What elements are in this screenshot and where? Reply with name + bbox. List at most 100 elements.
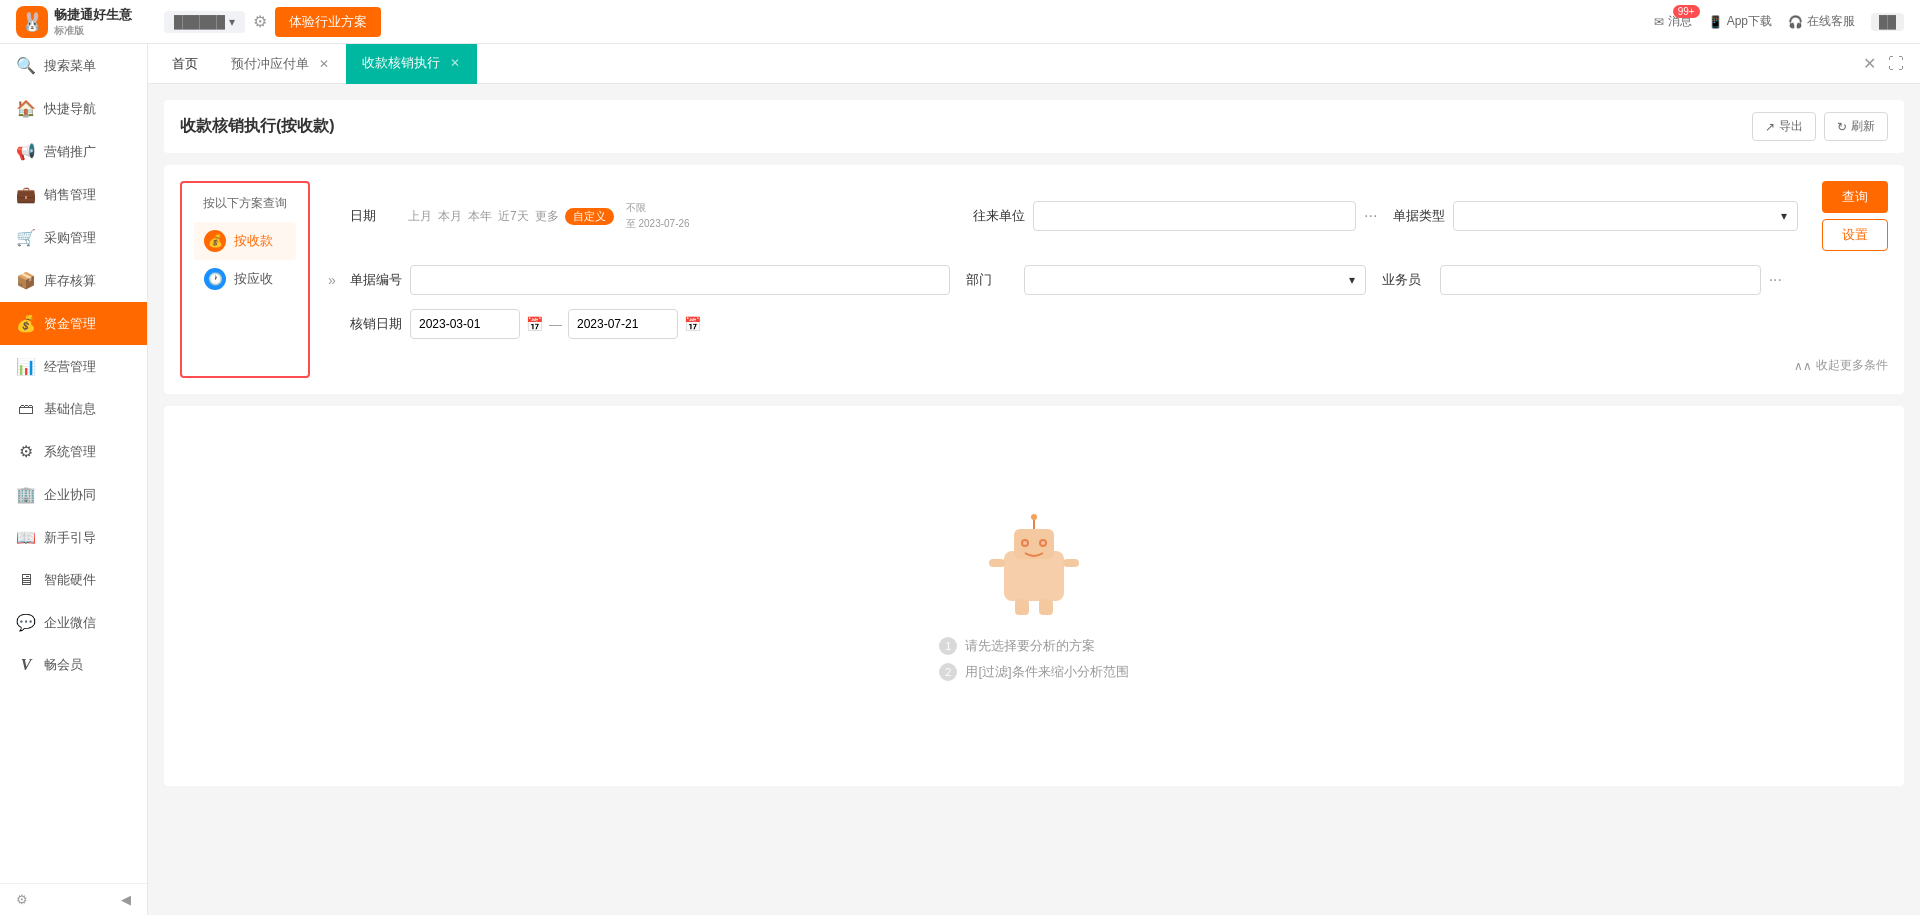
filter-row-3: 核销日期 📅 — 📅 [350, 309, 1888, 339]
refresh-btn[interactable]: ↻ 刷新 [1824, 112, 1888, 141]
date-this-month[interactable]: 本月 [438, 208, 462, 225]
sidebar-item-business[interactable]: 📊 经营管理 [0, 345, 147, 388]
filter-dept: 部门 ▾ [966, 265, 1366, 295]
sidebar-item-member[interactable]: V 畅会员 [0, 644, 147, 686]
app-download-btn[interactable]: 📱 App下载 [1708, 13, 1772, 30]
filter-counterpart: 往来单位 ··· [973, 201, 1378, 231]
sidebar-item-label: 基础信息 [44, 400, 96, 418]
collapse-conditions-btn[interactable]: ∧∧ 收起更多条件 [350, 353, 1888, 378]
empty-tips: 1 请先选择要分析的方案 2 用[过滤]条件来缩小分析范围 [939, 637, 1128, 681]
staff-more-icon[interactable]: ··· [1769, 271, 1782, 289]
verify-date-from-input[interactable] [410, 309, 520, 339]
tab-prepay[interactable]: 预付冲应付单 ✕ [215, 44, 346, 84]
tab-bar: 首页 预付冲应付单 ✕ 收款核销执行 ✕ ✕ ⛶ [148, 44, 1920, 84]
doc-no-input[interactable] [410, 265, 950, 295]
search-icon: 🔍 [16, 56, 36, 75]
sidebar-settings-btn[interactable]: ⚙ [16, 892, 28, 907]
export-label: 导出 [1779, 118, 1803, 135]
app-version: 标准版 [54, 24, 132, 38]
logo-text: 畅捷通好生意 标准版 [54, 6, 132, 38]
query-type-by-receivable[interactable]: 🕐 按应收 [194, 260, 296, 298]
settings-btn[interactable]: 设置 [1822, 219, 1888, 251]
query-btn[interactable]: 查询 [1822, 181, 1888, 213]
tab-fullscreen-btn[interactable]: ⛶ [1884, 51, 1908, 77]
tab-receive-close[interactable]: ✕ [450, 57, 460, 69]
filter-staff: 业务员 ··· [1382, 265, 1782, 295]
dept-select[interactable]: ▾ [1024, 265, 1366, 295]
sidebar-item-finance[interactable]: 💰 资金管理 [0, 302, 147, 345]
settings-icon[interactable]: ⚙ [253, 12, 267, 31]
sidebar-item-inventory[interactable]: 📦 库存核算 [0, 259, 147, 302]
tab-prepay-close[interactable]: ✕ [319, 58, 329, 70]
industry-btn[interactable]: 体验行业方案 [275, 7, 381, 37]
message-btn[interactable]: ✉ 消息 99+ [1654, 13, 1692, 30]
sidebar-collapse-btn[interactable]: ◀ [121, 892, 131, 907]
inventory-icon: 📦 [16, 271, 36, 290]
tip-num-2: 2 [939, 663, 957, 681]
panel-collapse-btn[interactable]: » [322, 272, 342, 288]
date-7days[interactable]: 近7天 [498, 208, 529, 225]
verify-date-to-input[interactable] [568, 309, 678, 339]
sidebar-item-quick-nav[interactable]: 🏠 快捷导航 [0, 87, 147, 130]
sidebar-item-guide[interactable]: 📖 新手引导 [0, 516, 147, 559]
sidebar-item-label: 资金管理 [44, 315, 96, 333]
date-more[interactable]: 更多 [535, 208, 559, 225]
doc-type-select[interactable]: ▾ [1453, 201, 1798, 231]
sidebar-item-label: 快捷导航 [44, 100, 96, 118]
app-name: 畅捷通好生意 [54, 6, 132, 24]
sidebar-bottom: ⚙ ◀ [0, 883, 147, 915]
sidebar-item-label: 销售管理 [44, 186, 96, 204]
calendar-from-icon[interactable]: 📅 [526, 316, 543, 332]
tab-receive[interactable]: 收款核销执行 ✕ [346, 44, 477, 84]
receipt-type-label: 按收款 [234, 232, 273, 250]
sidebar-item-system[interactable]: ⚙ 系统管理 [0, 430, 147, 473]
download-icon: 📱 [1708, 15, 1723, 29]
account-selector[interactable]: ██████ ▾ [164, 11, 245, 33]
sidebar-item-sales[interactable]: 💼 销售管理 [0, 173, 147, 216]
sidebar-item-label: 企业协同 [44, 486, 96, 504]
export-icon: ↗ [1765, 120, 1775, 134]
sidebar-item-purchase[interactable]: 🛒 采购管理 [0, 216, 147, 259]
user-info[interactable]: ██ [1871, 13, 1904, 31]
svg-point-10 [1023, 541, 1027, 545]
counterpart-more-icon[interactable]: ··· [1364, 207, 1377, 225]
page-title: 收款核销执行(按收款) [180, 116, 335, 137]
tab-receive-label: 收款核销执行 [362, 54, 440, 72]
sidebar-item-marketing[interactable]: 📢 营销推广 [0, 130, 147, 173]
date-to-value: 至 2023-07-26 [626, 217, 690, 231]
tab-close-btn[interactable]: ✕ [1859, 50, 1880, 77]
sidebar-item-wechat[interactable]: 💬 企业微信 [0, 601, 147, 644]
date-quick-options: 上月 本月 本年 近7天 更多 自定义 [408, 208, 614, 225]
sidebar-item-basic[interactable]: 🗃 基础信息 [0, 388, 147, 430]
sidebar-item-hardware[interactable]: 🖥 智能硬件 [0, 559, 147, 601]
sidebar-item-label: 畅会员 [44, 656, 83, 674]
date-this-year[interactable]: 本年 [468, 208, 492, 225]
date-last-month[interactable]: 上月 [408, 208, 432, 225]
filter-row-2: 单据编号 部门 ▾ 业务员 [350, 265, 1888, 295]
filter-verify-date: 核销日期 📅 — 📅 [350, 309, 957, 339]
receivable-type-label: 按应收 [234, 270, 273, 288]
receipt-type-icon: 💰 [204, 230, 226, 252]
sidebar-item-corp[interactable]: 🏢 企业协同 [0, 473, 147, 516]
tab-home[interactable]: 首页 [156, 44, 215, 84]
counterpart-input[interactable] [1033, 201, 1356, 231]
tab-home-label: 首页 [172, 55, 198, 73]
sidebar-item-label: 采购管理 [44, 229, 96, 247]
staff-input[interactable] [1440, 265, 1761, 295]
online-service-btn[interactable]: 🎧 在线客服 [1788, 13, 1855, 30]
counterpart-label: 往来单位 [973, 207, 1025, 225]
user-avatar: ██ [1871, 13, 1904, 31]
date-custom-tag[interactable]: 自定义 [565, 208, 614, 225]
sidebar-item-search[interactable]: 🔍 搜索菜单 [0, 44, 147, 87]
filter-doc-no: 单据编号 [350, 265, 950, 295]
calendar-to-icon[interactable]: 📅 [684, 316, 701, 332]
staff-label: 业务员 [1382, 271, 1432, 289]
query-type-by-receipt[interactable]: 💰 按收款 [194, 222, 296, 260]
marketing-icon: 📢 [16, 142, 36, 161]
svg-rect-1 [1014, 529, 1054, 559]
top-bar-right: ✉ 消息 99+ 📱 App下载 🎧 在线客服 ██ [1654, 13, 1904, 31]
chevron-down-icon: ▾ [1349, 273, 1355, 287]
export-btn[interactable]: ↗ 导出 [1752, 112, 1816, 141]
svg-rect-8 [1015, 599, 1029, 615]
finance-icon: 💰 [16, 314, 36, 333]
